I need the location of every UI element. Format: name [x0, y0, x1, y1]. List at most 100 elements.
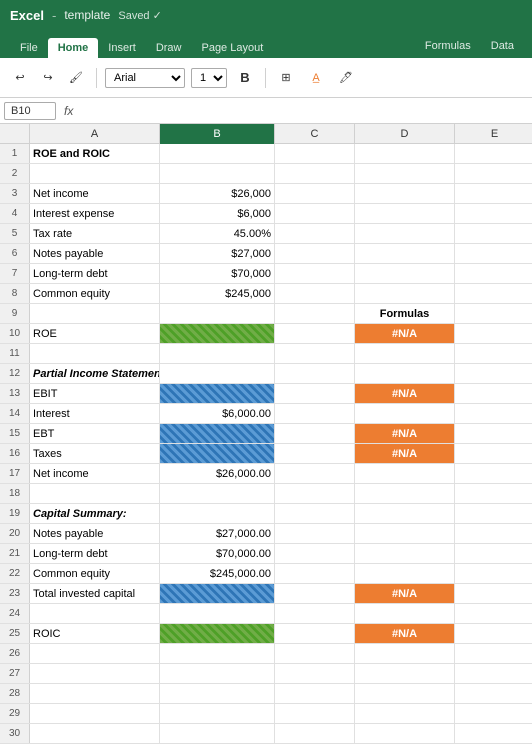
cell-d-2[interactable] [355, 164, 455, 183]
font-size-select[interactable]: 10 [191, 68, 227, 88]
cell-e-30[interactable] [455, 724, 532, 743]
cell-b-4[interactable]: $6,000 [160, 204, 275, 223]
cell-a-29[interactable] [30, 704, 160, 723]
cell-a-22[interactable]: Common equity [30, 564, 160, 583]
cell-a-19[interactable]: Capital Summary: [30, 504, 160, 523]
cell-d-21[interactable] [355, 544, 455, 563]
redo-button[interactable]: ↪ [36, 66, 60, 90]
cell-c-3[interactable] [275, 184, 355, 203]
cell-a-7[interactable]: Long-term debt [30, 264, 160, 283]
cell-d-28[interactable] [355, 684, 455, 703]
cell-b-18[interactable] [160, 484, 275, 503]
cell-c-6[interactable] [275, 244, 355, 263]
cell-e-12[interactable] [455, 364, 532, 383]
cell-e-29[interactable] [455, 704, 532, 723]
cell-b-23[interactable] [160, 584, 275, 603]
cell-d-4[interactable] [355, 204, 455, 223]
cell-c-28[interactable] [275, 684, 355, 703]
cell-e-2[interactable] [455, 164, 532, 183]
cell-c-29[interactable] [275, 704, 355, 723]
cell-b-7[interactable]: $70,000 [160, 264, 275, 283]
cell-d-16[interactable]: #N/A [355, 444, 455, 463]
cell-c-4[interactable] [275, 204, 355, 223]
cell-d-26[interactable] [355, 644, 455, 663]
cell-c-2[interactable] [275, 164, 355, 183]
cell-e-16[interactable] [455, 444, 532, 463]
cell-a-4[interactable]: Interest expense [30, 204, 160, 223]
cell-e-5[interactable] [455, 224, 532, 243]
cell-b-25[interactable] [160, 624, 275, 643]
cell-c-16[interactable] [275, 444, 355, 463]
cell-e-4[interactable] [455, 204, 532, 223]
cell-e-24[interactable] [455, 604, 532, 623]
cell-e-28[interactable] [455, 684, 532, 703]
cell-b-30[interactable] [160, 724, 275, 743]
cell-d-30[interactable] [355, 724, 455, 743]
cell-d-22[interactable] [355, 564, 455, 583]
cell-b-8[interactable]: $245,000 [160, 284, 275, 303]
tab-draw[interactable]: Draw [146, 38, 192, 58]
cell-b-22[interactable]: $245,000.00 [160, 564, 275, 583]
cell-b-20[interactable]: $27,000.00 [160, 524, 275, 543]
cell-e-8[interactable] [455, 284, 532, 303]
cell-e-15[interactable] [455, 424, 532, 443]
merge-button[interactable]: ⊞ [274, 66, 298, 90]
col-header-b[interactable]: B [160, 124, 275, 144]
cell-b-28[interactable] [160, 684, 275, 703]
cell-b-5[interactable]: 45.00% [160, 224, 275, 243]
cell-c-22[interactable] [275, 564, 355, 583]
cell-a-28[interactable] [30, 684, 160, 703]
cell-b-24[interactable] [160, 604, 275, 623]
cell-c-27[interactable] [275, 664, 355, 683]
cell-a-17[interactable]: Net income [30, 464, 160, 483]
cell-a-5[interactable]: Tax rate [30, 224, 160, 243]
cell-d-9[interactable]: Formulas [355, 304, 455, 323]
cell-a-27[interactable] [30, 664, 160, 683]
cell-e-18[interactable] [455, 484, 532, 503]
col-header-d[interactable]: D [355, 124, 455, 144]
cell-c-26[interactable] [275, 644, 355, 663]
cell-b-11[interactable] [160, 344, 275, 363]
cell-a-18[interactable] [30, 484, 160, 503]
cell-b-12[interactable] [160, 364, 275, 383]
col-header-e[interactable]: E [455, 124, 532, 144]
cell-e-22[interactable] [455, 564, 532, 583]
cell-a-21[interactable]: Long-term debt [30, 544, 160, 563]
tab-file[interactable]: File [10, 38, 48, 58]
cell-d-25[interactable]: #N/A [355, 624, 455, 643]
cell-a-11[interactable] [30, 344, 160, 363]
cell-c-5[interactable] [275, 224, 355, 243]
cell-e-26[interactable] [455, 644, 532, 663]
cell-b-26[interactable] [160, 644, 275, 663]
cell-e-20[interactable] [455, 524, 532, 543]
cell-e-6[interactable] [455, 244, 532, 263]
cell-a-20[interactable]: Notes payable [30, 524, 160, 543]
cell-c-19[interactable] [275, 504, 355, 523]
tab-data[interactable]: Data [483, 38, 522, 54]
cell-c-10[interactable] [275, 324, 355, 343]
paint-button[interactable]: 🖌 [64, 66, 88, 90]
tab-home[interactable]: Home [48, 38, 99, 58]
cell-c-30[interactable] [275, 724, 355, 743]
highlight-button[interactable]: 🖊 [334, 66, 358, 90]
cell-d-19[interactable] [355, 504, 455, 523]
cell-a-10[interactable]: ROE [30, 324, 160, 343]
cell-a-24[interactable] [30, 604, 160, 623]
cell-e-1[interactable] [455, 144, 532, 163]
undo-button[interactable]: ↩ [8, 66, 32, 90]
cell-d-1[interactable] [355, 144, 455, 163]
bold-button[interactable]: B [233, 66, 257, 90]
cell-d-18[interactable] [355, 484, 455, 503]
cell-c-15[interactable] [275, 424, 355, 443]
cell-b-13[interactable] [160, 384, 275, 403]
formula-input[interactable] [81, 105, 528, 117]
cell-e-10[interactable] [455, 324, 532, 343]
cell-d-24[interactable] [355, 604, 455, 623]
cell-b-21[interactable]: $70,000.00 [160, 544, 275, 563]
cell-c-12[interactable] [275, 364, 355, 383]
cell-c-7[interactable] [275, 264, 355, 283]
cell-c-8[interactable] [275, 284, 355, 303]
tab-insert[interactable]: Insert [98, 38, 146, 58]
cell-d-15[interactable]: #N/A [355, 424, 455, 443]
col-header-a[interactable]: A [30, 124, 160, 144]
